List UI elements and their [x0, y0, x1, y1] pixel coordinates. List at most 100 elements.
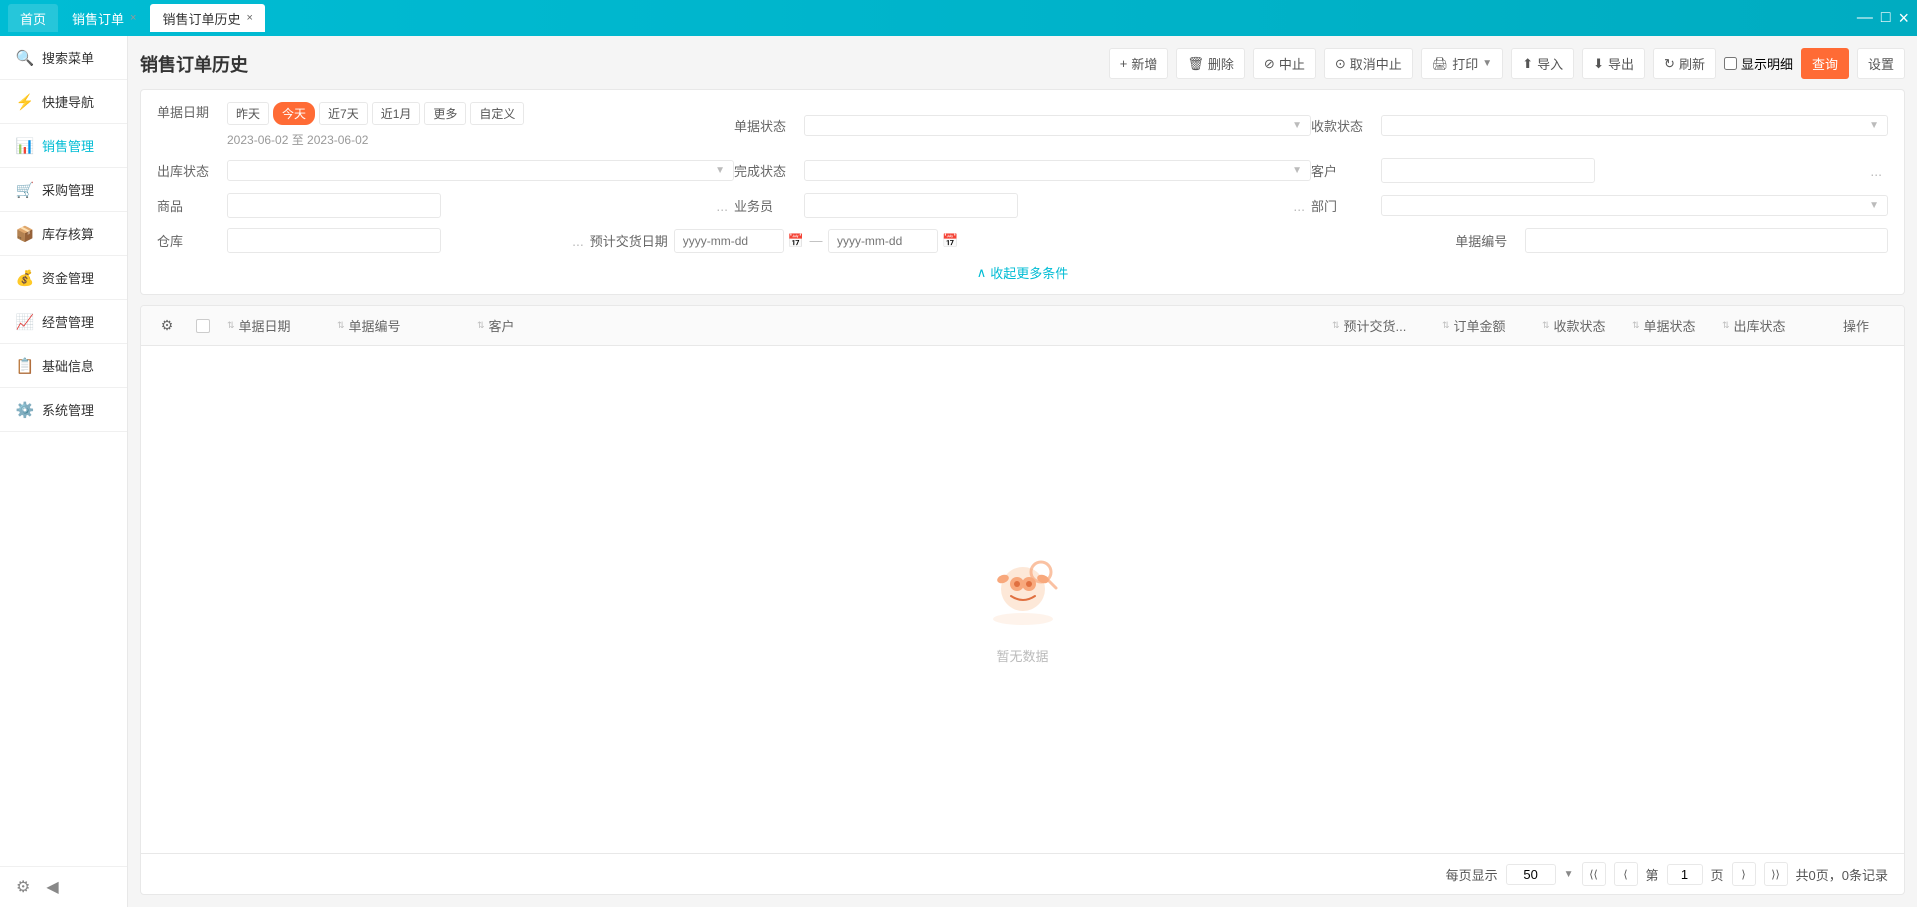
- sales-icon: 📊: [16, 137, 34, 155]
- tab-sales-order-history[interactable]: 销售订单历史 ×: [150, 4, 264, 32]
- salesman-dots[interactable]: ...: [1293, 198, 1305, 214]
- last-page-button[interactable]: ⟩⟩: [1764, 862, 1788, 886]
- bill-status-arrow: ▼: [1292, 120, 1302, 131]
- operation-icon: 📈: [16, 313, 34, 331]
- current-page-input[interactable]: [1667, 864, 1703, 885]
- first-page-button[interactable]: ⟨⟨: [1582, 862, 1606, 886]
- page-size-arrow[interactable]: ▼: [1564, 869, 1574, 880]
- product-dots[interactable]: ...: [716, 198, 728, 214]
- new-label: 新增: [1131, 54, 1157, 73]
- customer-input-wrap: ...: [1381, 158, 1888, 183]
- tab-sales-order-close[interactable]: ×: [130, 12, 136, 24]
- date-range-text: 2023-06-02 至 2023-06-02: [227, 131, 524, 148]
- out-status-label: 出库状态: [157, 161, 227, 180]
- page-size-input[interactable]: [1506, 864, 1556, 885]
- customer-input[interactable]: [1381, 158, 1595, 183]
- sidebar-item-system[interactable]: ⚙️ 系统管理: [0, 388, 127, 432]
- date-yesterday-btn[interactable]: 昨天: [227, 102, 269, 125]
- th-delivery[interactable]: ⇅ 预计交货...: [1326, 316, 1436, 335]
- close-button[interactable]: ×: [1898, 8, 1909, 29]
- th-amount[interactable]: ⇅ 订单金额: [1436, 316, 1536, 335]
- collapse-button[interactable]: ∧ 收起更多条件: [157, 263, 1888, 282]
- calendar-from-icon[interactable]: 📅: [788, 233, 804, 249]
- export-label: 导出: [1608, 54, 1634, 73]
- calendar-to-icon[interactable]: 📅: [942, 233, 958, 249]
- bill-no-input[interactable]: [1525, 228, 1888, 253]
- date-last1month-btn[interactable]: 近1月: [372, 102, 421, 125]
- table-body: 暂无数据: [141, 346, 1904, 853]
- th-out-status[interactable]: ⇅ 出库状态: [1716, 316, 1816, 335]
- tab-home[interactable]: 首页: [8, 4, 58, 32]
- query-button[interactable]: 查询: [1801, 48, 1849, 79]
- date-today-btn[interactable]: 今天: [273, 102, 315, 125]
- export-button[interactable]: ⬇ 导出: [1582, 48, 1645, 79]
- sidebar-item-operation[interactable]: 📈 经营管理: [0, 300, 127, 344]
- collapse-sidebar-icon[interactable]: ◀: [46, 877, 58, 897]
- th-customer[interactable]: ⇅ 客户: [471, 316, 1326, 335]
- cancel-stop-button[interactable]: ⊙ 取消中止: [1324, 48, 1413, 79]
- date-last7-btn[interactable]: 近7天: [319, 102, 368, 125]
- th-bill-status-label: 单据状态: [1644, 316, 1696, 335]
- delivery-date-from-input[interactable]: [674, 229, 784, 253]
- sidebar-item-search[interactable]: 🔍 搜索菜单: [0, 36, 127, 80]
- maximize-button[interactable]: □: [1881, 9, 1891, 27]
- th-date[interactable]: ⇅ 单据日期: [221, 316, 331, 335]
- out-status-select[interactable]: ▼: [227, 160, 734, 181]
- salesman-input[interactable]: [804, 193, 1018, 218]
- sidebar-item-finance[interactable]: 💰 资金管理: [0, 256, 127, 300]
- bill-status-select[interactable]: ▼: [804, 115, 1311, 136]
- settings-gear-icon[interactable]: ⚙: [161, 317, 174, 334]
- total-text: 共0页，0条记录: [1796, 865, 1888, 884]
- date-quick-btns: 昨天 今天 近7天 近1月 更多 自定义: [227, 102, 524, 125]
- print-button[interactable]: 🖨 打印 ▼: [1421, 48, 1503, 79]
- tab-sales-order[interactable]: 销售订单 ×: [60, 4, 148, 32]
- refresh-icon: ↻: [1664, 56, 1675, 72]
- th-bill-no[interactable]: ⇅ 单据编号: [331, 316, 471, 335]
- date-custom-btn[interactable]: 自定义: [470, 102, 524, 125]
- show-columns-label: 显示明细: [1741, 54, 1793, 73]
- complete-status-arrow: ▼: [1292, 165, 1302, 176]
- next-page-button[interactable]: ⟩: [1732, 862, 1756, 886]
- bill-no-cell: 单据编号: [1455, 228, 1888, 253]
- show-columns-checkbox[interactable]: [1724, 57, 1737, 70]
- prev-page-button[interactable]: ⟨: [1614, 862, 1638, 886]
- delivery-date-cell: 预计交货日期 📅 — 📅: [590, 229, 1456, 253]
- import-icon: ⬆: [1522, 56, 1533, 72]
- product-label: 商品: [157, 196, 227, 215]
- th-settings[interactable]: ⚙: [149, 317, 185, 334]
- complete-status-select[interactable]: ▼: [804, 160, 1311, 181]
- receipt-status-select[interactable]: ▼: [1381, 115, 1888, 136]
- warehouse-label: 仓库: [157, 231, 227, 250]
- th-bill-status[interactable]: ⇅ 单据状态: [1626, 316, 1716, 335]
- customer-dots[interactable]: ...: [1870, 163, 1882, 179]
- show-columns-checkbox-label[interactable]: 显示明细: [1724, 54, 1793, 73]
- delete-button[interactable]: 🗑 删除: [1176, 48, 1245, 79]
- system-icon: ⚙️: [16, 401, 34, 419]
- settings-button[interactable]: 设置: [1857, 48, 1905, 79]
- sidebar-bottom: ⚙ ◀: [0, 866, 127, 907]
- delivery-date-to-input[interactable]: [828, 229, 938, 253]
- th-pay-status[interactable]: ⇅ 收款状态: [1536, 316, 1626, 335]
- product-input[interactable]: [227, 193, 441, 218]
- sidebar-item-sales[interactable]: 📊 销售管理: [0, 124, 127, 168]
- tab-sales-order-history-close[interactable]: ×: [246, 12, 252, 24]
- warehouse-input[interactable]: [227, 228, 441, 253]
- minimize-button[interactable]: —: [1857, 9, 1873, 27]
- refresh-button[interactable]: ↻ 刷新: [1653, 48, 1716, 79]
- sidebar-item-quick-nav[interactable]: ⚡ 快捷导航: [0, 80, 127, 124]
- sidebar-item-inventory[interactable]: 📦 库存核算: [0, 212, 127, 256]
- settings-bottom-icon[interactable]: ⚙: [16, 877, 30, 897]
- main-layout: 🔍 搜索菜单 ⚡ 快捷导航 📊 销售管理 🛒 采购管理 📦 库存核算 💰 资金管…: [0, 36, 1917, 907]
- sidebar-item-purchase[interactable]: 🛒 采购管理: [0, 168, 127, 212]
- empty-illustration: [973, 534, 1073, 634]
- date-more-btn[interactable]: 更多: [424, 102, 466, 125]
- stop-button[interactable]: ⊘ 中止: [1253, 48, 1316, 79]
- sidebar-item-basic[interactable]: 📋 基础信息: [0, 344, 127, 388]
- th-op: 操作: [1816, 316, 1896, 335]
- department-select[interactable]: ▼: [1381, 195, 1888, 216]
- select-all-checkbox[interactable]: [196, 319, 210, 333]
- inventory-icon: 📦: [16, 225, 34, 243]
- warehouse-dots[interactable]: ...: [572, 233, 584, 249]
- import-button[interactable]: ⬆ 导入: [1511, 48, 1574, 79]
- new-button[interactable]: + 新增: [1109, 48, 1169, 79]
